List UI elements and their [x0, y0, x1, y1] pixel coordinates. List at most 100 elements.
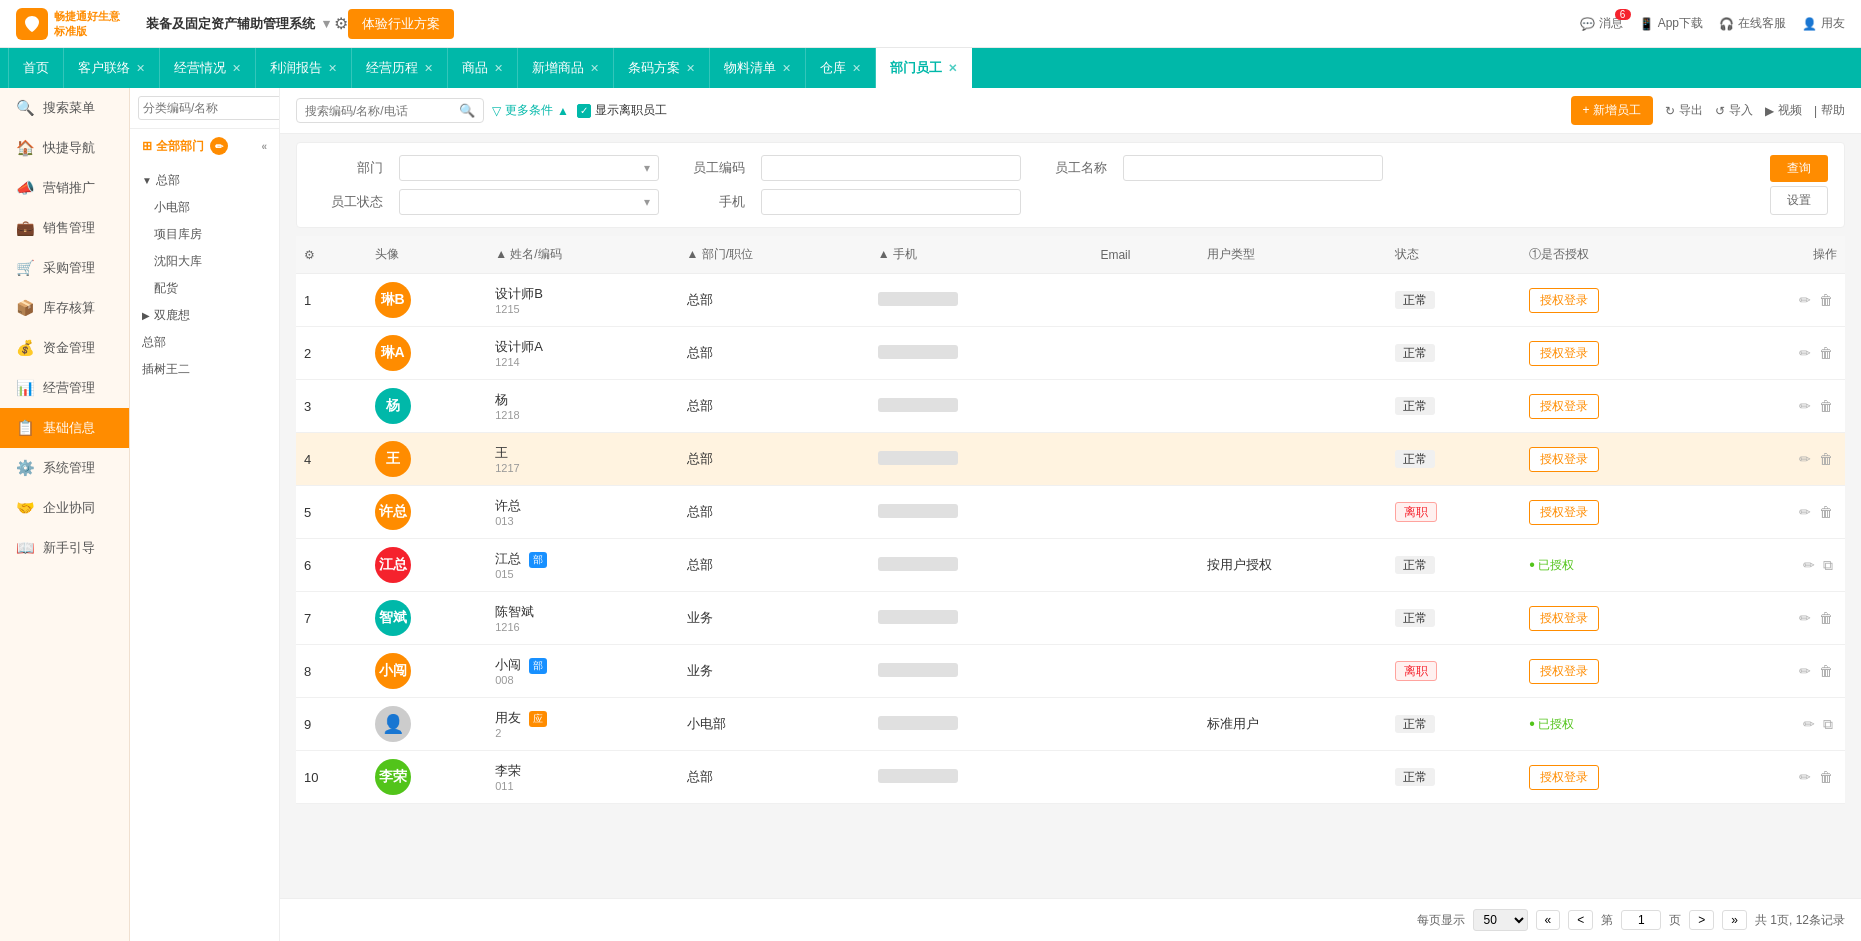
nav-item-business[interactable]: 📊 经营管理 [0, 368, 129, 408]
tab-dept-staff[interactable]: 部门员工✕ [876, 48, 972, 88]
phone-filter-input[interactable] [761, 189, 1021, 215]
tab-bom[interactable]: 物料清单✕ [710, 48, 806, 88]
collapse-icon[interactable]: « [261, 141, 267, 152]
more-filter-btn[interactable]: ▽ 更多条件 ▲ [492, 102, 569, 119]
dept-node-xiaodibu[interactable]: 小电部 [130, 194, 279, 221]
tab-close[interactable]: ✕ [782, 62, 791, 75]
resigned-checkbox[interactable] [577, 104, 591, 118]
dept-node-chashuwang[interactable]: 插树王二 [130, 356, 279, 383]
tab-close[interactable]: ✕ [686, 62, 695, 75]
col-name[interactable]: ▲ 姓名/编码 [487, 236, 678, 274]
next-page-btn[interactable]: > [1689, 910, 1714, 930]
tab-customer[interactable]: 客户联络✕ [64, 48, 160, 88]
auth-button[interactable]: 授权登录 [1529, 394, 1599, 419]
tab-close[interactable]: ✕ [852, 62, 861, 75]
delete-icon[interactable]: 🗑 [1819, 610, 1833, 626]
set-button[interactable]: 设置 [1770, 186, 1828, 215]
edit-icon[interactable]: ✏ [1799, 610, 1811, 626]
message-action[interactable]: 💬 消息 6 [1580, 15, 1623, 32]
tab-profit[interactable]: 利润报告✕ [256, 48, 352, 88]
col-settings[interactable]: ⚙ [296, 236, 367, 274]
dept-node-shuanglu[interactable]: ▶ 双鹿想 [130, 302, 279, 329]
emp-name-filter-input[interactable] [1123, 155, 1383, 181]
tab-new-goods[interactable]: 新增商品✕ [518, 48, 614, 88]
delete-icon[interactable]: 🗑 [1819, 769, 1833, 785]
nav-item-basic[interactable]: 📋 基础信息 [0, 408, 129, 448]
search-input[interactable] [305, 104, 455, 118]
auth-button[interactable]: 授权登录 [1529, 288, 1599, 313]
edit-icon[interactable]: ✏ [1803, 557, 1815, 573]
nav-item-inventory[interactable]: 📦 库存核算 [0, 288, 129, 328]
col-phone[interactable]: ▲ 手机 [870, 236, 1093, 274]
tab-close[interactable]: ✕ [590, 62, 599, 75]
nav-item-system[interactable]: ⚙️ 系统管理 [0, 448, 129, 488]
tab-close[interactable]: ✕ [424, 62, 433, 75]
dept-filter-select[interactable]: ▾ [399, 155, 659, 181]
edit-icon[interactable]: ✏ [1799, 504, 1811, 520]
edit-icon[interactable]: ✏ [1803, 716, 1815, 732]
delete-icon[interactable]: 🗑 [1819, 451, 1833, 467]
dept-node-zongbu[interactable]: 总部 [130, 329, 279, 356]
copy-icon[interactable]: ⧉ [1823, 557, 1833, 573]
tab-barcode[interactable]: 条码方案✕ [614, 48, 710, 88]
edit-icon[interactable]: ✏ [1799, 398, 1811, 414]
nav-item-collab[interactable]: 🤝 企业协同 [0, 488, 129, 528]
edit-icon[interactable]: ✏ [1799, 345, 1811, 361]
last-page-btn[interactable]: » [1722, 910, 1747, 930]
help-btn[interactable]: | 帮助 [1814, 102, 1845, 119]
first-page-btn[interactable]: « [1536, 910, 1561, 930]
dept-node-root[interactable]: ▼ 总部 [130, 167, 279, 194]
prev-page-btn[interactable]: < [1568, 910, 1593, 930]
dept-node-xiangmu[interactable]: 项目库房 [130, 221, 279, 248]
nav-item-guide[interactable]: 📖 新手引导 [0, 528, 129, 568]
export-btn[interactable]: ↻ 导出 [1665, 102, 1703, 119]
auth-button[interactable]: 授权登录 [1529, 606, 1599, 631]
copy-icon[interactable]: ⧉ [1823, 716, 1833, 732]
edit-icon[interactable]: ✏ [1799, 451, 1811, 467]
auth-button[interactable]: 授权登录 [1529, 341, 1599, 366]
per-page-select[interactable]: 50 100 [1473, 909, 1528, 931]
nav-item-search[interactable]: 🔍 搜索菜单 [0, 88, 129, 128]
emp-code-filter-input[interactable] [761, 155, 1021, 181]
dept-node-peihuo[interactable]: 配货 [130, 275, 279, 302]
tab-close[interactable]: ✕ [948, 62, 957, 75]
dept-node-shenyang[interactable]: 沈阳大库 [130, 248, 279, 275]
tab-close[interactable]: ✕ [136, 62, 145, 75]
app-download-action[interactable]: 📱 App下载 [1639, 15, 1703, 32]
delete-icon[interactable]: 🗑 [1819, 398, 1833, 414]
show-resigned-toggle[interactable]: 显示离职员工 [577, 102, 667, 119]
tab-close[interactable]: ✕ [328, 62, 337, 75]
online-support-action[interactable]: 🎧 在线客服 [1719, 15, 1786, 32]
tab-close[interactable]: ✕ [494, 62, 503, 75]
auth-button[interactable]: 授权登录 [1529, 659, 1599, 684]
edit-icon[interactable]: ✏ [1799, 663, 1811, 679]
nav-item-sales[interactable]: 💼 销售管理 [0, 208, 129, 248]
tab-history[interactable]: 经营历程✕ [352, 48, 448, 88]
add-employee-button[interactable]: + 新增员工 [1571, 96, 1653, 125]
search-icon[interactable]: 🔍 [459, 103, 475, 118]
delete-icon[interactable]: 🗑 [1819, 663, 1833, 679]
auth-button[interactable]: 授权登录 [1529, 765, 1599, 790]
view-btn[interactable]: ▶ 视频 [1765, 102, 1802, 119]
tab-home[interactable]: 首页 [8, 48, 64, 88]
delete-icon[interactable]: 🗑 [1819, 504, 1833, 520]
auth-button[interactable]: 授权登录 [1529, 447, 1599, 472]
status-filter-select[interactable]: ▾ [399, 189, 659, 215]
page-input[interactable] [1621, 910, 1661, 930]
nav-item-purchase[interactable]: 🛒 采购管理 [0, 248, 129, 288]
tab-goods[interactable]: 商品✕ [448, 48, 518, 88]
query-button[interactable]: 查询 [1770, 155, 1828, 182]
nav-item-finance[interactable]: 💰 资金管理 [0, 328, 129, 368]
edit-icon[interactable]: ✏ [1799, 292, 1811, 308]
edit-icon[interactable]: ✏ [1799, 769, 1811, 785]
settings-button[interactable]: ⚙ [334, 14, 348, 33]
tab-operation[interactable]: 经营情况✕ [160, 48, 256, 88]
nav-item-marketing[interactable]: 📣 营销推广 [0, 168, 129, 208]
system-dropdown[interactable]: ▾ [323, 16, 330, 31]
tab-warehouse[interactable]: 仓库✕ [806, 48, 876, 88]
delete-icon[interactable]: 🗑 [1819, 345, 1833, 361]
auth-button[interactable]: 授权登录 [1529, 500, 1599, 525]
edit-dept-icon[interactable]: ✏ [210, 137, 228, 155]
nav-item-quicknav[interactable]: 🏠 快捷导航 [0, 128, 129, 168]
col-dept[interactable]: ▲ 部门/职位 [679, 236, 870, 274]
